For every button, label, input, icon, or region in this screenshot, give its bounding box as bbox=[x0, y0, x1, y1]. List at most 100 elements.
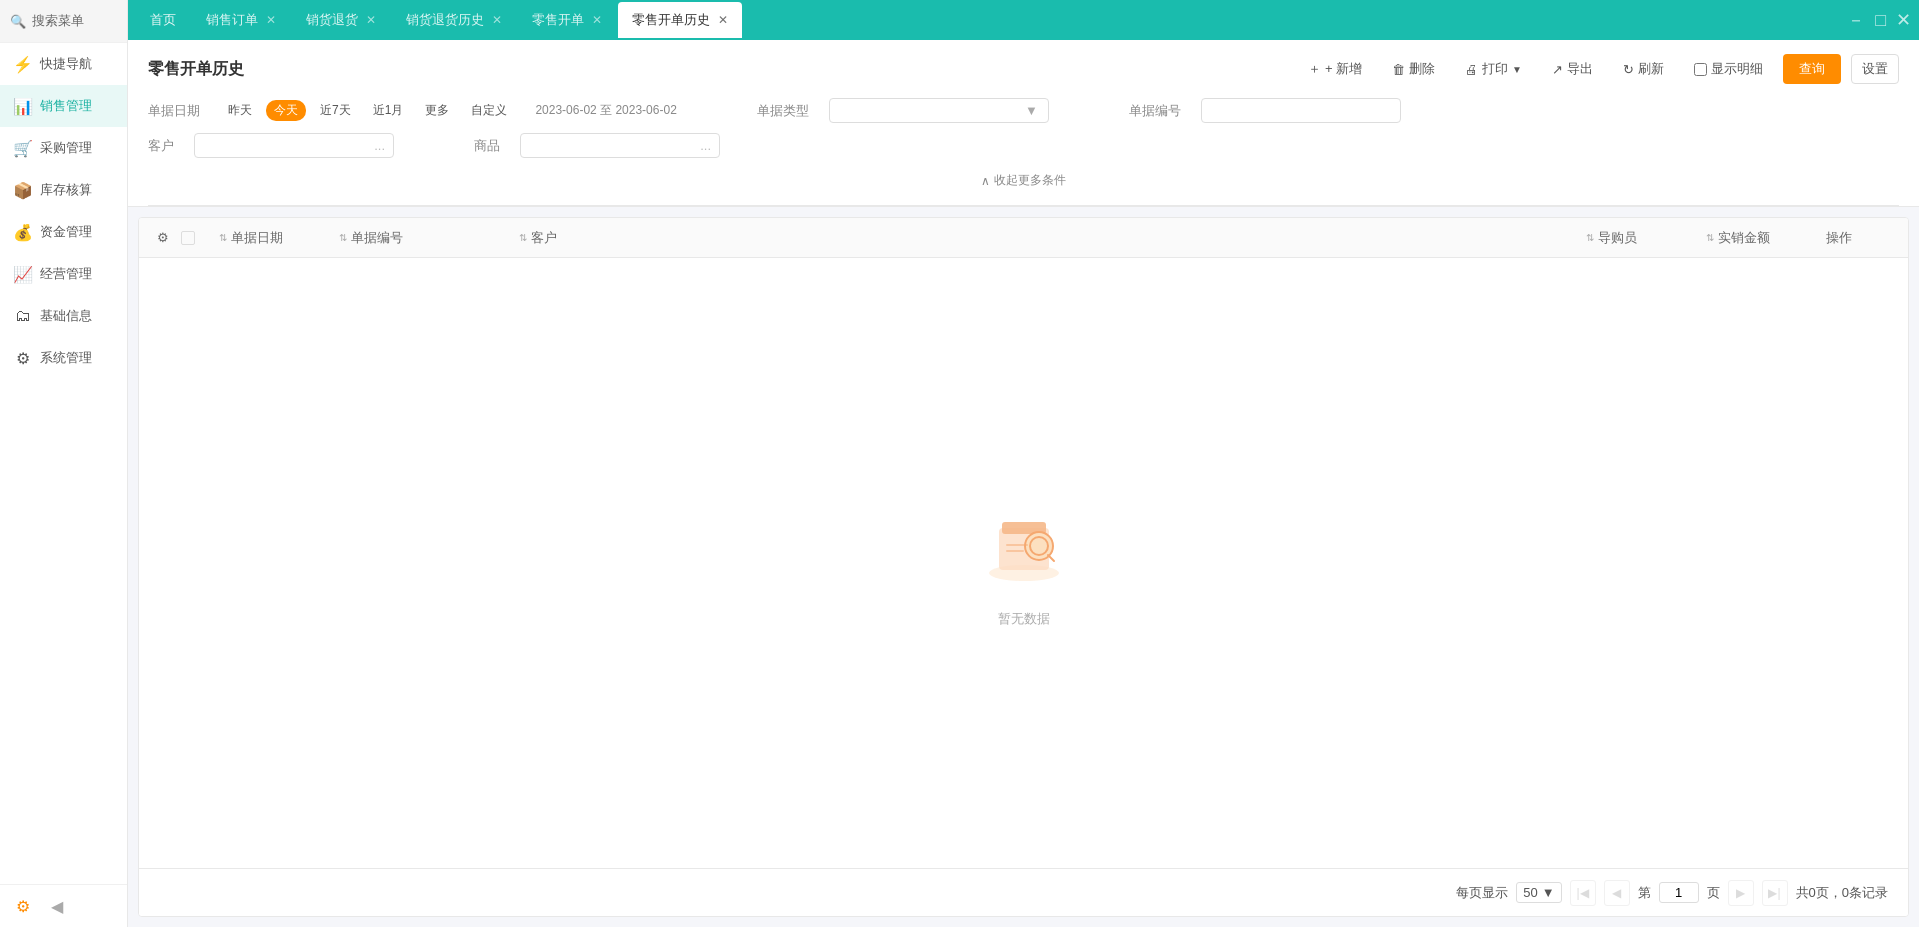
sidebar-item-purchase-mgmt[interactable]: 🛒 采购管理 bbox=[0, 127, 127, 169]
goods-select[interactable]: ... bbox=[520, 133, 720, 158]
sidebar-item-label: 系统管理 bbox=[40, 349, 92, 367]
sidebar-item-basic-info[interactable]: 🗂 基础信息 bbox=[0, 295, 127, 337]
table-header: ⚙ ⇅ 单据日期 ⇅ 单据编号 ⇅ 客户 ⇅ bbox=[139, 218, 1908, 258]
tab-retail-open-close[interactable]: ✕ bbox=[592, 13, 602, 27]
date-yesterday[interactable]: 昨天 bbox=[220, 100, 260, 121]
col-header-guide[interactable]: ⇅ 导购员 bbox=[1578, 229, 1698, 247]
date-last1month[interactable]: 近1月 bbox=[365, 100, 412, 121]
delete-button[interactable]: 🗑 删除 bbox=[1382, 55, 1445, 83]
inventory-icon: 📦 bbox=[14, 181, 32, 199]
prev-page-btn[interactable]: ◀ bbox=[1604, 880, 1630, 906]
sort-up-icon: ⇅ bbox=[219, 232, 227, 243]
page-header: 零售开单历史 ＋ + 新增 🗑 删除 🖨 打印 ▼ bbox=[128, 40, 1919, 207]
sort-icon-bill: ⇅ bbox=[339, 232, 347, 243]
tab-sales-return[interactable]: 销货退货 ✕ bbox=[292, 2, 390, 38]
basic-info-icon: 🗂 bbox=[14, 307, 32, 325]
export-icon: ↗ bbox=[1552, 62, 1563, 77]
collapse-sidebar-icon[interactable]: ◀ bbox=[48, 897, 66, 915]
finance-icon: 💰 bbox=[14, 223, 32, 241]
window-close-icon[interactable]: ✕ bbox=[1896, 9, 1911, 31]
per-page-select[interactable]: 50 ▼ bbox=[1516, 882, 1561, 903]
sidebar: 🔍 搜索菜单 ⚡ 快捷导航 📊 销售管理 🛒 采购管理 📦 库存核算 💰 资金管… bbox=[0, 0, 128, 927]
sidebar-item-inventory[interactable]: 📦 库存核算 bbox=[0, 169, 127, 211]
sidebar-item-operations[interactable]: 📈 经营管理 bbox=[0, 253, 127, 295]
sidebar-item-quick-nav[interactable]: ⚡ 快捷导航 bbox=[0, 43, 127, 85]
bill-no-input[interactable] bbox=[1201, 98, 1401, 123]
sidebar-item-finance[interactable]: 💰 资金管理 bbox=[0, 211, 127, 253]
operations-icon: 📈 bbox=[14, 265, 32, 283]
select-all-checkbox[interactable] bbox=[181, 231, 211, 245]
filter-row-1: 单据日期 昨天 今天 近7天 近1月 更多 自定义 2023-06-02 至 2… bbox=[148, 98, 1899, 123]
purchase-icon: 🛒 bbox=[14, 139, 32, 157]
empty-state: 暂无数据 bbox=[974, 498, 1074, 628]
col-header-client[interactable]: ⇅ 客户 bbox=[511, 229, 1578, 247]
date-options: 昨天 今天 近7天 近1月 更多 自定义 bbox=[220, 100, 515, 121]
page-number-input[interactable] bbox=[1659, 882, 1699, 903]
date-today[interactable]: 今天 bbox=[266, 100, 306, 121]
svg-rect-7 bbox=[1006, 550, 1024, 552]
date-last7[interactable]: 近7天 bbox=[312, 100, 359, 121]
client-select[interactable]: ... bbox=[194, 133, 394, 158]
next-page-btn[interactable]: ▶ bbox=[1728, 880, 1754, 906]
sidebar-item-label: 销售管理 bbox=[40, 97, 92, 115]
sidebar-item-sales-mgmt[interactable]: 📊 销售管理 bbox=[0, 85, 127, 127]
date-range-display: 2023-06-02 至 2023-06-02 bbox=[535, 102, 676, 119]
client-dots-icon[interactable]: ... bbox=[374, 138, 385, 153]
settings-icon[interactable]: ⚙ bbox=[14, 897, 32, 915]
print-button[interactable]: 🖨 打印 ▼ bbox=[1455, 55, 1532, 83]
print-icon: 🖨 bbox=[1465, 62, 1478, 77]
main-content: 首页 销售订单 ✕ 销货退货 ✕ 销货退货历史 ✕ 零售开单 ✕ 零售开单历史 … bbox=[128, 0, 1919, 927]
first-page-btn[interactable]: |◀ bbox=[1570, 880, 1596, 906]
collapse-up-icon: ∧ bbox=[981, 174, 990, 188]
tab-retail-open-label: 零售开单 bbox=[532, 11, 584, 29]
window-maximize-icon[interactable]: □ bbox=[1875, 10, 1886, 31]
tab-retail-history[interactable]: 零售开单历史 ✕ bbox=[618, 2, 742, 38]
last-page-btn[interactable]: ▶| bbox=[1762, 880, 1788, 906]
tab-retail-history-close[interactable]: ✕ bbox=[718, 13, 728, 27]
delete-icon: 🗑 bbox=[1392, 62, 1405, 77]
per-page-label: 每页显示 bbox=[1456, 884, 1508, 902]
tab-sales-return-close[interactable]: ✕ bbox=[366, 13, 376, 27]
sort-icon-amount: ⇅ bbox=[1706, 232, 1714, 243]
tab-home-label: 首页 bbox=[150, 11, 176, 29]
col-header-bill-no[interactable]: ⇅ 单据编号 bbox=[331, 229, 511, 247]
query-button[interactable]: 查询 bbox=[1783, 54, 1841, 84]
column-settings-icon: ⚙ bbox=[157, 230, 169, 245]
collapse-filters-btn[interactable]: ∧ 收起更多条件 bbox=[148, 168, 1899, 193]
tab-sales-return-history-label: 销货退货历史 bbox=[406, 11, 484, 29]
tab-retail-open[interactable]: 零售开单 ✕ bbox=[518, 2, 616, 38]
window-minimize-icon[interactable]: － bbox=[1847, 8, 1865, 32]
sidebar-footer: ⚙ ◀ bbox=[0, 884, 127, 927]
sales-icon: 📊 bbox=[14, 97, 32, 115]
bill-no-label: 单据编号 bbox=[1129, 102, 1181, 120]
goods-label: 商品 bbox=[474, 137, 500, 155]
checkbox-all[interactable] bbox=[181, 231, 195, 245]
sidebar-item-label: 采购管理 bbox=[40, 139, 92, 157]
tab-sales-return-history-close[interactable]: ✕ bbox=[492, 13, 502, 27]
bill-type-select[interactable]: ▼ bbox=[829, 98, 1049, 123]
date-custom[interactable]: 自定义 bbox=[463, 100, 515, 121]
sidebar-item-label: 基础信息 bbox=[40, 307, 92, 325]
tab-sales-order-close[interactable]: ✕ bbox=[266, 13, 276, 27]
export-button[interactable]: ↗ 导出 bbox=[1542, 55, 1603, 83]
tab-sales-order[interactable]: 销售订单 ✕ bbox=[192, 2, 290, 38]
column-settings-btn[interactable]: ⚙ bbox=[149, 230, 181, 245]
data-table: ⚙ ⇅ 单据日期 ⇅ 单据编号 ⇅ 客户 ⇅ bbox=[138, 217, 1909, 917]
show-detail-checkbox[interactable]: 显示明细 bbox=[1684, 55, 1773, 83]
refresh-button[interactable]: ↻ 刷新 bbox=[1613, 55, 1674, 83]
tab-sales-order-label: 销售订单 bbox=[206, 11, 258, 29]
tab-sales-return-history[interactable]: 销货退货历史 ✕ bbox=[392, 2, 516, 38]
tab-home[interactable]: 首页 bbox=[136, 2, 190, 38]
sidebar-item-sys-mgmt[interactable]: ⚙ 系统管理 bbox=[0, 337, 127, 379]
page-suffix: 页 bbox=[1707, 884, 1720, 902]
tab-bar: 首页 销售订单 ✕ 销货退货 ✕ 销货退货历史 ✕ 零售开单 ✕ 零售开单历史 … bbox=[128, 0, 1919, 40]
settings-button[interactable]: 设置 bbox=[1851, 54, 1899, 84]
col-header-date[interactable]: ⇅ 单据日期 bbox=[211, 229, 331, 247]
detail-checkbox[interactable] bbox=[1694, 63, 1707, 76]
col-header-amount[interactable]: ⇅ 实销金额 bbox=[1698, 229, 1818, 247]
goods-dots-icon[interactable]: ... bbox=[700, 138, 711, 153]
add-button[interactable]: ＋ + 新增 bbox=[1298, 55, 1372, 83]
sidebar-search-label: 搜索菜单 bbox=[32, 12, 84, 30]
sidebar-search[interactable]: 🔍 搜索菜单 bbox=[0, 0, 127, 43]
date-more[interactable]: 更多 bbox=[417, 100, 457, 121]
